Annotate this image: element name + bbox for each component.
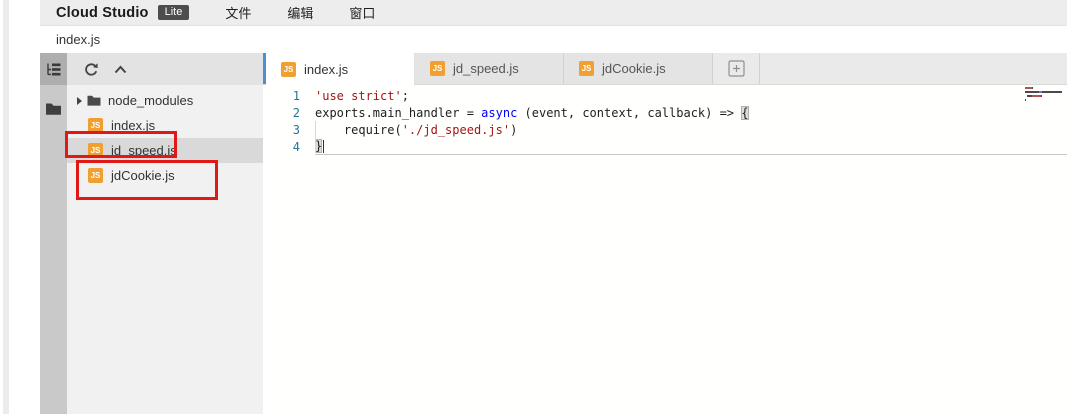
explorer-toolbar	[67, 53, 263, 85]
folder-icon	[45, 102, 62, 116]
code-line[interactable]: 3 require('./jd_speed.js')	[263, 121, 1067, 138]
js-file-icon: JS	[430, 61, 445, 76]
brand-logo: Cloud Studio	[56, 5, 149, 21]
minimap[interactable]	[1025, 87, 1065, 103]
app-root: Cloud Studio Lite 文件 编辑 窗口 index.js	[40, 0, 1067, 414]
tree-list-icon	[46, 62, 62, 77]
main-area: node_modules JS index.js JS jd_speed.js	[40, 53, 1067, 414]
tab-label: jd_speed.js	[453, 61, 519, 76]
tab-jd-speed-js[interactable]: JS jd_speed.js	[415, 53, 564, 84]
breadcrumb-row: index.js	[40, 26, 1067, 53]
line-number: 2	[263, 106, 315, 120]
folder-icon	[87, 95, 101, 106]
tree-item-node-modules[interactable]: node_modules	[67, 88, 263, 113]
tab-jdcookie-js[interactable]: JS jdCookie.js	[564, 53, 713, 84]
file-explorer-button[interactable]	[40, 93, 67, 125]
activity-rail	[40, 53, 67, 414]
refresh-icon[interactable]	[84, 62, 99, 77]
new-tab-button[interactable]	[713, 53, 760, 84]
tree-item-label: node_modules	[108, 93, 193, 108]
code-text: }	[315, 138, 1067, 155]
code-text: require('./jd_speed.js')	[315, 121, 1067, 138]
js-file-icon: JS	[281, 62, 296, 77]
file-explorer-panel: node_modules JS index.js JS jd_speed.js	[67, 53, 263, 414]
collapse-all-icon[interactable]	[114, 65, 127, 74]
tab-label: jdCookie.js	[602, 61, 666, 76]
code-lines: 1'use strict';2exports.main_handler = as…	[263, 85, 1067, 155]
menubar: Cloud Studio Lite 文件 编辑 窗口	[40, 0, 1067, 26]
menu-edit[interactable]: 编辑	[287, 3, 313, 22]
code-line[interactable]: 1'use strict';	[263, 87, 1067, 104]
menu-file[interactable]: 文件	[225, 3, 251, 22]
red-annotation-box	[65, 131, 177, 158]
tab-index-js[interactable]: JS index.js	[266, 53, 415, 85]
code-line[interactable]: 4}	[263, 138, 1067, 155]
page-scrollbar-strip	[3, 0, 9, 414]
code-text: 'use strict';	[315, 87, 1067, 104]
lite-badge: Lite	[158, 5, 190, 20]
outline-view-button[interactable]	[40, 53, 67, 85]
red-annotation-box	[76, 160, 218, 200]
text-cursor	[323, 140, 324, 153]
tab-bar: JS index.js JS jd_speed.js JS jdCookie.j…	[263, 53, 1067, 85]
indent-guide	[315, 121, 316, 153]
menu-window[interactable]: 窗口	[349, 3, 375, 22]
expand-caret-icon[interactable]	[77, 97, 82, 105]
cloud-studio-window: Cloud Studio Lite 文件 编辑 窗口 index.js	[0, 0, 1067, 414]
editor-column: JS index.js JS jd_speed.js JS jdCookie.j…	[263, 53, 1067, 414]
plus-square-icon	[728, 60, 745, 77]
tab-label: index.js	[304, 62, 348, 77]
breadcrumb: index.js	[56, 32, 100, 47]
line-number: 3	[263, 123, 315, 137]
code-editor[interactable]: 1'use strict';2exports.main_handler = as…	[263, 85, 1067, 414]
code-line[interactable]: 2exports.main_handler = async (event, co…	[263, 104, 1067, 121]
js-file-icon: JS	[579, 61, 594, 76]
line-number: 1	[263, 89, 315, 103]
code-text: exports.main_handler = async (event, con…	[315, 104, 1067, 121]
line-number: 4	[263, 140, 315, 154]
